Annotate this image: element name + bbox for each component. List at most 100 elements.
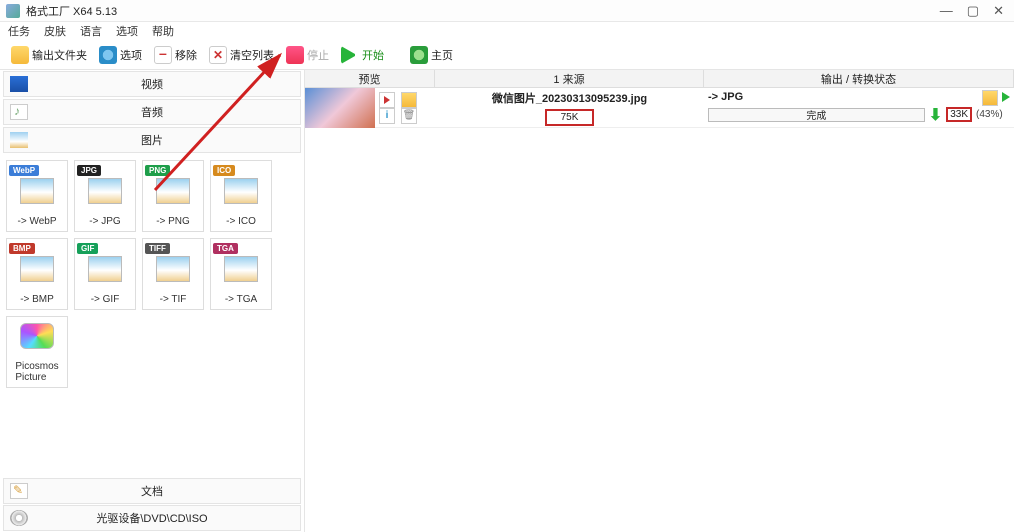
menu-option[interactable]: 选项 — [116, 23, 138, 39]
format-jpg[interactable]: JPG -> JPG — [74, 160, 136, 232]
compression-ratio: (43%) — [976, 109, 1010, 120]
format-gif[interactable]: GIF-> GIF — [74, 238, 136, 310]
format-tga[interactable]: TGA-> TGA — [210, 238, 272, 310]
format-grid: WebP -> WebP JPG -> JPG PNG -> PNG ICO -> ICO BM… — [0, 154, 304, 477]
format-thumb — [224, 178, 258, 204]
format-badge: PNG — [145, 165, 170, 176]
menu-task[interactable]: 任务 — [8, 23, 30, 39]
format-thumb — [156, 256, 190, 282]
format-label: -> PNG — [156, 216, 190, 227]
task-output: -> JPG 完成 ⬇ 33K (43%) — [704, 88, 1014, 127]
format-label: -> TIF — [160, 294, 187, 305]
format-bmp[interactable]: BMP-> BMP — [6, 238, 68, 310]
task-source: 微信图片_20230313095239.jpg 75K — [435, 88, 704, 127]
options-button[interactable]: 选项 — [96, 44, 145, 66]
category-image-label: 图片 — [141, 132, 163, 148]
col-preview: 预览 — [305, 70, 435, 87]
category-video[interactable]: 视频 — [3, 71, 301, 97]
format-badge: ICO — [213, 165, 235, 176]
video-icon — [10, 76, 28, 92]
source-size: 75K — [545, 109, 595, 126]
format-badge: JPG — [77, 165, 101, 176]
right-panel: 预览 1 来源 输出 / 转换状态 i 🗑 微信图片 — [305, 70, 1014, 532]
info-icon[interactable]: i — [379, 108, 395, 124]
clear-icon: ✕ — [209, 46, 227, 64]
stop-button[interactable]: 停止 — [283, 44, 332, 66]
folder-icon — [11, 46, 29, 64]
category-document[interactable]: 文档 — [3, 478, 301, 504]
format-badge: GIF — [77, 243, 98, 254]
start-button[interactable]: 开始 — [338, 44, 387, 66]
picosmos-label: PicosmosPicture — [15, 361, 58, 383]
minimize-button[interactable]: — — [940, 3, 953, 19]
format-thumb — [224, 256, 258, 282]
toolbar: 输出文件夹 选项 移除 ✕ 清空列表 停止 开始 主页 — [0, 40, 1014, 70]
home-label: 主页 — [431, 47, 453, 63]
maximize-button[interactable]: ▢ — [967, 3, 979, 19]
globe-icon — [410, 46, 428, 64]
format-label: -> WebP — [18, 216, 57, 227]
remove-icon — [154, 46, 172, 64]
output-folder-icon[interactable] — [982, 90, 998, 106]
format-thumb — [20, 178, 54, 204]
output-folder-button[interactable]: 输出文件夹 — [8, 44, 90, 66]
titlebar: 格式工厂 X64 5.13 — ▢ ✕ — [0, 0, 1014, 22]
category-video-label: 视频 — [141, 76, 163, 92]
audio-icon — [10, 104, 28, 120]
format-webp[interactable]: WebP -> WebP — [6, 160, 68, 232]
format-label: -> ICO — [226, 216, 256, 227]
category-disc[interactable]: 光驱设备\DVD\CD\ISO — [3, 505, 301, 531]
format-badge: WebP — [9, 165, 39, 176]
gear-icon — [99, 46, 117, 64]
picosmos-icon — [20, 323, 54, 349]
source-filename: 微信图片_20230313095239.jpg — [492, 90, 647, 106]
category-image[interactable]: 图片 — [3, 127, 301, 153]
preview-play-icon[interactable] — [379, 92, 395, 108]
open-folder-icon[interactable] — [401, 92, 417, 108]
picosmos-picture[interactable]: PicosmosPicture — [6, 316, 68, 388]
format-ico[interactable]: ICO -> ICO — [210, 160, 272, 232]
col-source: 1 来源 — [435, 70, 704, 87]
menu-skin[interactable]: 皮肤 — [44, 23, 66, 39]
category-disc-label: 光驱设备\DVD\CD\ISO — [96, 510, 207, 526]
start-label: 开始 — [362, 47, 384, 63]
category-document-label: 文档 — [141, 483, 163, 499]
task-row[interactable]: i 🗑 微信图片_20230313095239.jpg 75K -> JPG — [305, 88, 1014, 128]
format-badge: BMP — [9, 243, 35, 254]
output-play-icon[interactable] — [1002, 92, 1010, 105]
format-label: -> JPG — [89, 216, 120, 227]
format-badge: TGA — [213, 243, 238, 254]
window-controls: — ▢ ✕ — [940, 3, 1008, 19]
stop-label: 停止 — [307, 47, 329, 63]
home-button[interactable]: 主页 — [407, 44, 456, 66]
category-audio[interactable]: 音频 — [3, 99, 301, 125]
menu-lang[interactable]: 语言 — [80, 23, 102, 39]
format-badge: TIFF — [145, 243, 170, 254]
format-png[interactable]: PNG -> PNG — [142, 160, 204, 232]
menu-help[interactable]: 帮助 — [152, 23, 174, 39]
document-icon — [10, 483, 28, 499]
clear-label: 清空列表 — [230, 47, 274, 63]
remove-label: 移除 — [175, 47, 197, 63]
play-icon — [341, 46, 359, 64]
close-button[interactable]: ✕ — [993, 3, 1004, 19]
progress-bar: 完成 — [708, 108, 925, 122]
clear-button[interactable]: ✕ 清空列表 — [206, 44, 277, 66]
window-title: 格式工厂 X64 5.13 — [26, 3, 117, 19]
format-tiff[interactable]: TIFF -> TIF — [142, 238, 204, 310]
task-preview: i 🗑 — [305, 88, 435, 127]
main-split: 视频 音频 图片 WebP -> WebP JPG -> JPG PNG -> PNG IC… — [0, 70, 1014, 532]
remove-button[interactable]: 移除 — [151, 44, 200, 66]
delete-icon[interactable]: 🗑 — [401, 108, 417, 124]
col-output: 输出 / 转换状态 — [704, 70, 1014, 87]
format-thumb — [88, 256, 122, 282]
task-header: 预览 1 来源 输出 / 转换状态 — [305, 70, 1014, 88]
category-audio-label: 音频 — [141, 104, 163, 120]
format-thumb — [88, 178, 122, 204]
format-thumb — [20, 256, 54, 282]
stop-icon — [286, 46, 304, 64]
down-arrow-icon: ⬇ — [929, 105, 942, 125]
menubar: 任务 皮肤 语言 选项 帮助 — [0, 22, 1014, 40]
left-panel: 视频 音频 图片 WebP -> WebP JPG -> JPG PNG -> PNG IC… — [0, 70, 305, 532]
app-icon — [6, 4, 20, 18]
